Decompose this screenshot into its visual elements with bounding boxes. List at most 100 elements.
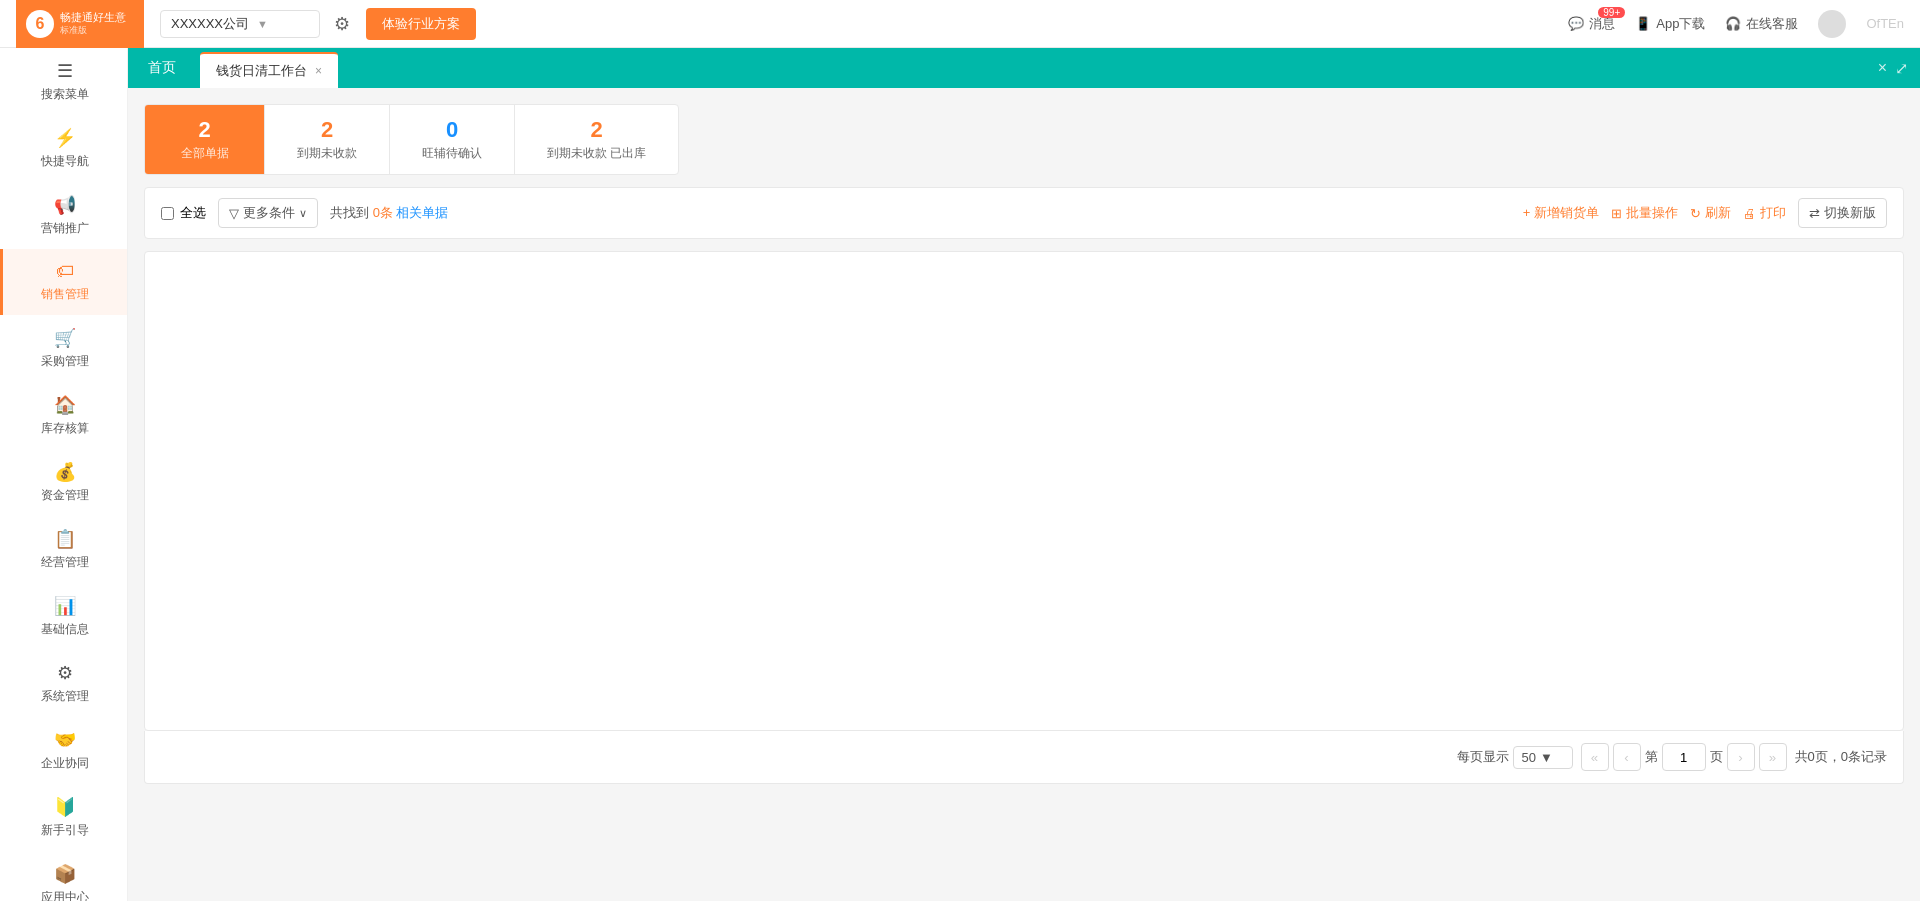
app-download-item[interactable]: 📱 App下载 xyxy=(1635,15,1705,33)
page-end-label: 页 xyxy=(1710,748,1723,766)
select-all-checkbox[interactable]: 全选 xyxy=(161,204,206,222)
settings-icon[interactable]: ⚙ xyxy=(330,9,354,39)
avatar-name: OfTEn xyxy=(1866,16,1904,31)
company-selector[interactable]: XXXXXX公司 ▼ xyxy=(160,10,320,38)
switch-icon: ⇄ xyxy=(1809,206,1820,221)
tab-home[interactable]: 首页 xyxy=(128,48,196,88)
tab-qianhuo[interactable]: 钱货日清工作台 × xyxy=(200,52,338,88)
stats-tabs: 2 全部单据 2 到期未收款 0 旺辅待确认 2 到期未收款 已出库 xyxy=(144,104,679,175)
stats-tab-overdue-unpaid[interactable]: 2 到期未收款 xyxy=(265,105,390,174)
message-badge: 99+ xyxy=(1598,7,1625,18)
logo-badge: 标准版 xyxy=(60,24,126,37)
sidebar-item-finance[interactable]: 💰 资金管理 xyxy=(0,449,127,516)
header-right: 💬 消息 99+ 📱 App下载 🎧 在线客服 OfTEn xyxy=(1568,10,1904,38)
per-page-chevron-icon: ▼ xyxy=(1540,750,1553,765)
sidebar-item-beginner[interactable]: 🔰 新手引导 xyxy=(0,784,127,851)
sidebar-item-inventory[interactable]: 🏠 库存核算 xyxy=(0,382,127,449)
stat-overdue-out-number: 2 xyxy=(547,117,646,143)
filter-icon: ▽ xyxy=(229,206,239,221)
basic-info-icon: 📊 xyxy=(54,595,76,617)
stat-overdue-label: 到期未收款 xyxy=(297,145,357,162)
stat-wangpu-number: 0 xyxy=(422,117,482,143)
print-icon: 🖨 xyxy=(1743,206,1756,221)
next-page-button[interactable]: › xyxy=(1727,743,1755,771)
stat-overdue-number: 2 xyxy=(297,117,357,143)
operations-icon: 📋 xyxy=(54,528,76,550)
refresh-button[interactable]: ↻ 刷新 xyxy=(1690,204,1731,222)
inventory-icon: 🏠 xyxy=(54,394,76,416)
close-tab-icon[interactable]: × xyxy=(315,64,322,78)
filter-button[interactable]: ▽ 更多条件 ∨ xyxy=(218,198,318,228)
sales-icon: 🏷 xyxy=(56,261,74,282)
stats-tab-overdue-out[interactable]: 2 到期未收款 已出库 xyxy=(515,105,678,174)
last-page-button[interactable]: » xyxy=(1759,743,1787,771)
stat-all-number: 2 xyxy=(177,117,232,143)
company-name: XXXXXX公司 xyxy=(171,15,249,33)
top-header: 6 畅捷通好生意 标准版 XXXXXX公司 ▼ ⚙ 体验行业方案 💬 消息 99… xyxy=(0,0,1920,48)
batch-operation-button[interactable]: ⊞ 批量操作 xyxy=(1611,204,1678,222)
add-order-button[interactable]: + 新增销货单 xyxy=(1523,204,1599,222)
sidebar-item-label: 搜索菜单 xyxy=(41,86,89,103)
pagination: 每页显示 50 ▼ « ‹ 第 页 › » 共0页，0条记录 xyxy=(144,731,1904,784)
logo-text: 畅捷通好生意 标准版 xyxy=(60,10,126,37)
per-page-selector[interactable]: 50 ▼ xyxy=(1513,746,1573,769)
page-size-select: 每页显示 50 ▼ xyxy=(1457,746,1573,769)
stats-tab-wangpu[interactable]: 0 旺辅待确认 xyxy=(390,105,515,174)
maximize-button[interactable]: ⤢ xyxy=(1895,59,1908,78)
beginner-icon: 🔰 xyxy=(54,796,76,818)
app-download-icon: 📱 xyxy=(1635,16,1651,31)
related-orders-link[interactable]: 相关单据 xyxy=(396,205,448,220)
sidebar-item-system[interactable]: ⚙ 系统管理 xyxy=(0,650,127,717)
online-service-label: 在线客服 xyxy=(1746,15,1798,33)
logo-area: 6 畅捷通好生意 标准版 xyxy=(16,0,144,48)
select-all-input[interactable] xyxy=(161,207,174,220)
prev-page-button[interactable]: ‹ xyxy=(1613,743,1641,771)
toolbar: 全选 ▽ 更多条件 ∨ 共找到 0条 相关单据 + 新增销货单 ⊞ 批量操作 xyxy=(144,187,1904,239)
online-service-item[interactable]: 🎧 在线客服 xyxy=(1725,15,1798,33)
toolbar-right: + 新增销货单 ⊞ 批量操作 ↻ 刷新 🖨 打印 ⇄ 切换新版 xyxy=(1523,198,1887,228)
toolbar-left: 全选 ▽ 更多条件 ∨ 共找到 0条 相关单据 xyxy=(161,198,448,228)
sidebar-item-marketing[interactable]: 📢 营销推广 xyxy=(0,182,127,249)
filter-label: 更多条件 xyxy=(243,204,295,222)
avatar[interactable] xyxy=(1818,10,1846,38)
headset-icon: 🎧 xyxy=(1725,16,1741,31)
logo-line1: 畅捷通好生意 xyxy=(60,10,126,24)
sidebar-item-sales[interactable]: 🏷 销售管理 xyxy=(0,249,127,315)
quick-nav-icon: ⚡ xyxy=(54,127,76,149)
close-window-button[interactable]: × xyxy=(1878,59,1887,77)
sidebar: ☰ 搜索菜单 ⚡ 快捷导航 📢 营销推广 🏷 销售管理 🛒 采购管理 🏠 库存核… xyxy=(0,48,128,901)
select-all-label: 全选 xyxy=(180,204,206,222)
per-page-value: 50 xyxy=(1522,750,1536,765)
found-count: 0条 xyxy=(373,205,393,220)
finance-icon: 💰 xyxy=(54,461,76,483)
per-page-label: 每页显示 xyxy=(1457,748,1509,766)
message-item[interactable]: 💬 消息 99+ xyxy=(1568,15,1615,33)
tab-bar: 首页 钱货日清工作台 × × ⤢ xyxy=(128,48,1920,88)
sidebar-item-enterprise-coop[interactable]: 🤝 企业协同 xyxy=(0,717,127,784)
print-button[interactable]: 🖨 打印 xyxy=(1743,204,1786,222)
sidebar-item-operations[interactable]: 📋 经营管理 xyxy=(0,516,127,583)
sidebar-item-quick-nav[interactable]: ⚡ 快捷导航 xyxy=(0,115,127,182)
switch-version-button[interactable]: ⇄ 切换新版 xyxy=(1798,198,1887,228)
first-page-button[interactable]: « xyxy=(1581,743,1609,771)
found-text: 共找到 0条 相关单据 xyxy=(330,204,448,222)
message-icon: 💬 xyxy=(1568,16,1584,31)
filter-chevron-icon: ∨ xyxy=(299,207,307,220)
sidebar-item-basic-info[interactable]: 📊 基础信息 xyxy=(0,583,127,650)
search-menu-icon: ☰ xyxy=(57,60,73,82)
app-download-label: App下载 xyxy=(1656,15,1705,33)
stat-wangpu-label: 旺辅待确认 xyxy=(422,145,482,162)
system-icon: ⚙ xyxy=(57,662,73,684)
purchase-icon: 🛒 xyxy=(54,327,76,349)
current-page-input[interactable] xyxy=(1662,743,1706,771)
sidebar-item-app-center[interactable]: 📦 应用中心 xyxy=(0,851,127,901)
stats-tab-all[interactable]: 2 全部单据 xyxy=(145,105,265,174)
sidebar-item-purchase[interactable]: 🛒 采购管理 xyxy=(0,315,127,382)
page-nav: « ‹ 第 页 › » xyxy=(1581,743,1787,771)
stat-all-label: 全部单据 xyxy=(177,145,232,162)
logo-icon: 6 xyxy=(26,10,54,38)
sidebar-item-search-menu[interactable]: ☰ 搜索菜单 xyxy=(0,48,127,115)
chevron-down-icon: ▼ xyxy=(257,18,268,30)
trial-button[interactable]: 体验行业方案 xyxy=(366,8,476,40)
total-text: 共0页，0条记录 xyxy=(1795,748,1887,766)
